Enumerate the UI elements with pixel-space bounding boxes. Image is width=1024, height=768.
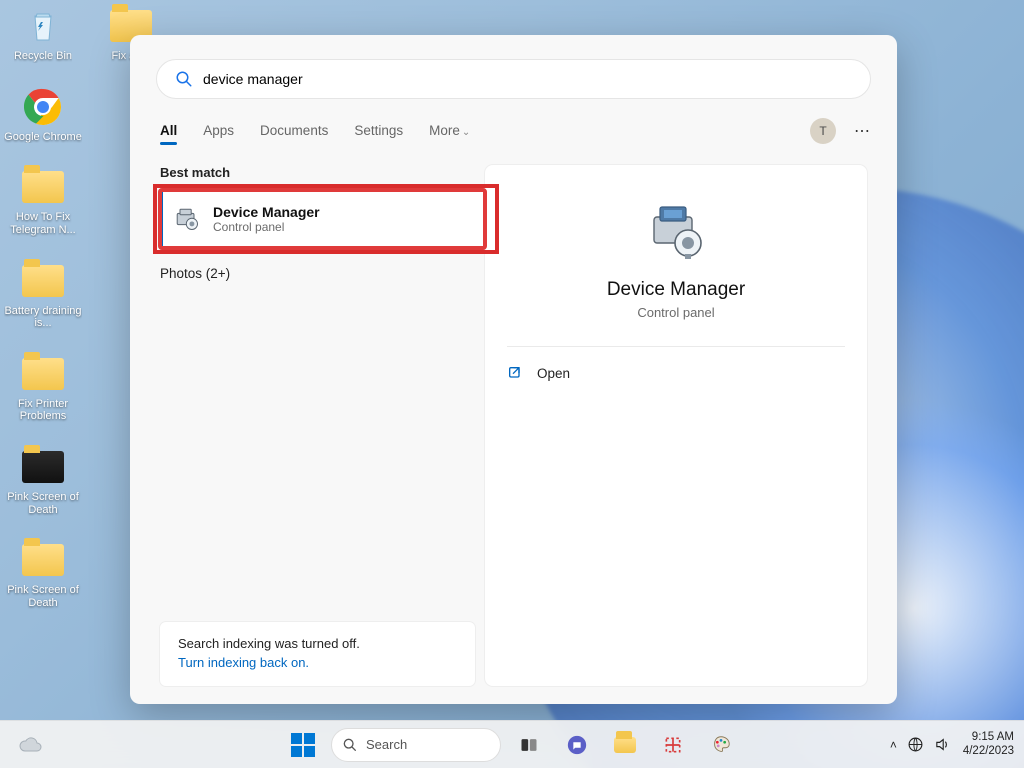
task-view-icon (519, 735, 539, 755)
desktop-icon-label: Google Chrome (4, 131, 82, 144)
tab-more[interactable]: More⌄ (429, 117, 470, 144)
start-button[interactable] (283, 725, 323, 765)
folder-icon (21, 352, 65, 396)
tab-settings[interactable]: Settings (354, 117, 403, 144)
best-match-heading: Best match (160, 165, 485, 180)
desktop-icon-label: Pink Screen of Death (4, 584, 82, 609)
tab-more-label: More (429, 123, 460, 138)
desktop-icon-label: Fix Printer Problems (4, 398, 82, 423)
search-icon (342, 737, 358, 753)
desktop-icon-battery-draining[interactable]: Battery draining is... (4, 259, 82, 330)
more-options-button[interactable]: ⋯ (854, 121, 871, 141)
desktop-icon-pink-screen-2[interactable]: Pink Screen of Death (4, 538, 82, 609)
network-icon[interactable] (907, 736, 924, 753)
tab-all[interactable]: All (160, 117, 177, 144)
task-view-button[interactable] (509, 725, 549, 765)
volume-icon[interactable] (934, 736, 951, 753)
tab-documents[interactable]: Documents (260, 117, 328, 144)
indexing-enable-link[interactable]: Turn indexing back on. (178, 655, 309, 670)
desktop-icon-label: How To Fix Telegram N... (4, 211, 82, 236)
search-flyout: All Apps Documents Settings More⌄ T ⋯ Be… (130, 35, 897, 704)
taskbar-file-explorer[interactable] (605, 725, 645, 765)
photos-category[interactable]: Photos (2+) (160, 266, 485, 281)
preview-title: Device Manager (607, 279, 745, 301)
folder-icon (614, 737, 636, 753)
result-device-manager[interactable]: Device Manager Control panel (160, 190, 485, 248)
folder-icon (21, 259, 65, 303)
paint-icon (710, 734, 732, 756)
divider (507, 346, 845, 347)
preview-card: Device Manager Control panel Open (485, 165, 867, 686)
folder-icon (21, 538, 65, 582)
windows-logo-icon (291, 733, 315, 757)
desktop-icon-label: Recycle Bin (14, 50, 72, 63)
desktop-icon-label: Battery draining is... (4, 305, 82, 330)
systray-time: 9:15 AM (963, 731, 1014, 744)
open-icon (507, 365, 523, 381)
taskbar-snipping-tool[interactable] (653, 725, 693, 765)
weather-widget[interactable] (10, 725, 50, 765)
result-title: Device Manager (213, 204, 320, 220)
taskbar: Search ˄ 9:15 AM 4/22/2023 (0, 720, 1024, 768)
folder-icon (21, 445, 65, 489)
systray-date: 4/22/2023 (963, 745, 1014, 758)
taskbar-chat[interactable] (557, 725, 597, 765)
desktop: Recycle Bin Google Chrome How To Fix Tel… (4, 4, 82, 610)
desktop-icon-fix-printer[interactable]: Fix Printer Problems (4, 352, 82, 423)
device-manager-icon (644, 201, 708, 261)
desktop-icon-how-to-fix-telegram[interactable]: How To Fix Telegram N... (4, 165, 82, 236)
search-input[interactable] (203, 71, 852, 87)
open-label: Open (537, 366, 570, 381)
indexing-notice: Search indexing was turned off. Turn ind… (160, 622, 475, 686)
search-box[interactable] (156, 59, 871, 99)
desktop-icon-recycle-bin[interactable]: Recycle Bin (4, 4, 82, 63)
taskbar-search[interactable]: Search (331, 728, 501, 762)
chat-icon (566, 734, 588, 756)
systray-clock[interactable]: 9:15 AM 4/22/2023 (963, 731, 1014, 757)
open-action[interactable]: Open (507, 365, 570, 381)
device-manager-icon (173, 205, 201, 233)
snipping-tool-icon (663, 735, 683, 755)
preview-subtitle: Control panel (637, 305, 714, 320)
cloud-icon (18, 733, 42, 757)
scope-tabs: All Apps Documents Settings More⌄ T ⋯ (130, 111, 897, 151)
chrome-icon (21, 85, 65, 129)
taskbar-paint[interactable] (701, 725, 741, 765)
tab-apps[interactable]: Apps (203, 117, 234, 144)
search-icon (175, 70, 193, 88)
indexing-text: Search indexing was turned off. (178, 636, 457, 651)
folder-icon (21, 165, 65, 209)
recycle-bin-icon (21, 4, 65, 48)
result-subtitle: Control panel (213, 220, 320, 234)
taskbar-search-label: Search (366, 737, 407, 752)
desktop-icon-label: Pink Screen of Death (4, 491, 82, 516)
tray-overflow[interactable]: ˄ (890, 738, 897, 752)
chevron-down-icon: ⌄ (462, 127, 470, 138)
preview-pane: Device Manager Control panel Open (485, 151, 897, 704)
results-pane: Best match Device Manager Control panel … (130, 151, 485, 704)
desktop-icon-google-chrome[interactable]: Google Chrome (4, 85, 82, 144)
desktop-icon-pink-screen-1[interactable]: Pink Screen of Death (4, 445, 82, 516)
user-avatar[interactable]: T (810, 118, 836, 144)
